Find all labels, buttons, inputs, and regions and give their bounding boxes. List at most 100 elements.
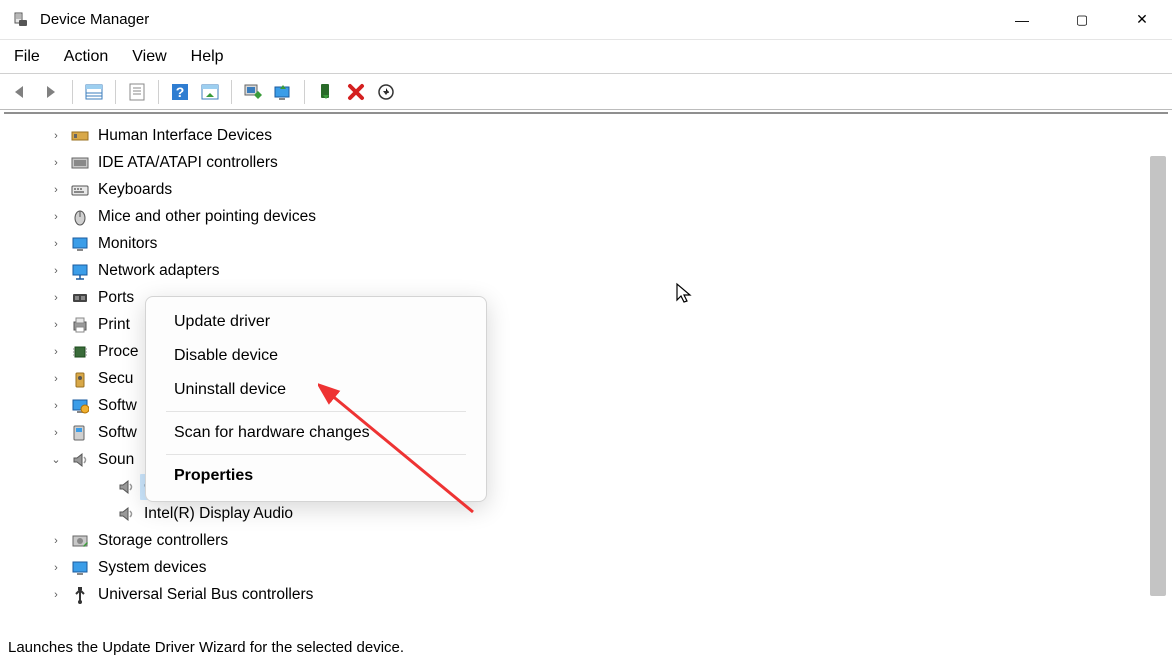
toolbar: ? bbox=[0, 74, 1172, 110]
status-text: Launches the Update Driver Wizard for th… bbox=[8, 639, 404, 656]
tree-label: IDE ATA/ATAPI controllers bbox=[98, 150, 278, 176]
keyboard-icon bbox=[70, 180, 90, 200]
software2-icon bbox=[70, 423, 90, 443]
software-icon bbox=[70, 396, 90, 416]
menu-view[interactable]: View bbox=[132, 48, 166, 66]
tree-category[interactable]: › Monitors bbox=[4, 230, 1168, 257]
tree-label: Proce bbox=[98, 339, 139, 365]
expand-icon[interactable]: › bbox=[48, 344, 64, 360]
menu-help[interactable]: Help bbox=[191, 48, 224, 66]
expand-icon[interactable]: › bbox=[48, 236, 64, 252]
tree-category[interactable]: › Human Interface Devices bbox=[4, 122, 1168, 149]
menu-file[interactable]: File bbox=[14, 48, 40, 66]
ctx-separator bbox=[166, 454, 466, 455]
scrollbar-thumb[interactable] bbox=[1150, 156, 1166, 596]
tree-category[interactable]: › Network adapters bbox=[4, 257, 1168, 284]
sound-icon bbox=[70, 450, 90, 470]
expand-icon[interactable]: › bbox=[48, 560, 64, 576]
menu-action[interactable]: Action bbox=[64, 48, 108, 66]
expand-icon[interactable]: › bbox=[48, 398, 64, 414]
properties-button[interactable] bbox=[124, 79, 150, 105]
expand-icon[interactable]: › bbox=[48, 128, 64, 144]
toolbar-separator bbox=[115, 80, 116, 104]
update-driver-button[interactable] bbox=[270, 79, 296, 105]
tree-category[interactable]: › Keyboards bbox=[4, 176, 1168, 203]
tree-category[interactable]: › Mice and other pointing devices bbox=[4, 203, 1168, 230]
expand-icon[interactable]: › bbox=[48, 425, 64, 441]
titlebar: Device Manager bbox=[0, 0, 1172, 40]
expand-icon[interactable]: › bbox=[48, 533, 64, 549]
ctx-scan-hardware[interactable]: Scan for hardware changes bbox=[146, 416, 486, 450]
expand-icon[interactable]: › bbox=[48, 263, 64, 279]
monitor-icon bbox=[70, 234, 90, 254]
tree-label: Mice and other pointing devices bbox=[98, 204, 316, 230]
tree-label: System devices bbox=[98, 555, 207, 581]
back-button[interactable] bbox=[8, 79, 34, 105]
tree-label: Secu bbox=[98, 366, 133, 392]
scan-hardware-button[interactable] bbox=[240, 79, 266, 105]
tree-label: Print bbox=[98, 312, 130, 338]
sound-dev-icon bbox=[116, 477, 136, 497]
vertical-scrollbar[interactable] bbox=[1150, 118, 1166, 629]
toolbar-separator bbox=[158, 80, 159, 104]
menubar: File Action View Help bbox=[0, 40, 1172, 74]
toolbar-separator bbox=[72, 80, 73, 104]
action-button[interactable] bbox=[197, 79, 223, 105]
close-button[interactable] bbox=[1112, 0, 1172, 39]
usb-icon bbox=[70, 585, 90, 605]
expand-icon[interactable]: › bbox=[48, 155, 64, 171]
tree-label: Network adapters bbox=[98, 258, 219, 284]
security-icon bbox=[70, 369, 90, 389]
toolbar-separator bbox=[231, 80, 232, 104]
tree-label: Storage controllers bbox=[98, 528, 228, 554]
network-icon bbox=[70, 261, 90, 281]
help-button[interactable]: ? bbox=[167, 79, 193, 105]
maximize-button[interactable] bbox=[1052, 0, 1112, 39]
tree-category[interactable]: ›Universal Serial Bus controllers bbox=[4, 581, 1168, 608]
forward-button[interactable] bbox=[38, 79, 64, 105]
window-title: Device Manager bbox=[40, 11, 149, 28]
tree-label: Keyboards bbox=[98, 177, 172, 203]
ctx-update-driver[interactable]: Update driver bbox=[146, 305, 486, 339]
expand-icon[interactable]: › bbox=[48, 182, 64, 198]
uninstall-device-button[interactable] bbox=[343, 79, 369, 105]
expand-icon[interactable]: › bbox=[48, 209, 64, 225]
disable-device-button[interactable] bbox=[373, 79, 399, 105]
context-menu: Update driver Disable device Uninstall d… bbox=[145, 296, 487, 502]
enable-device-button[interactable] bbox=[313, 79, 339, 105]
ctx-disable-device[interactable]: Disable device bbox=[146, 339, 486, 373]
ctx-properties[interactable]: Properties bbox=[146, 459, 486, 493]
sound-dev-icon bbox=[116, 504, 136, 524]
tree-label: Softw bbox=[98, 393, 137, 419]
collapse-icon[interactable]: ⌄ bbox=[48, 452, 64, 468]
tree-label: Monitors bbox=[98, 231, 157, 257]
expand-icon[interactable]: › bbox=[48, 371, 64, 387]
tree-label: Ports bbox=[98, 285, 134, 311]
expand-icon[interactable]: › bbox=[48, 290, 64, 306]
storage-icon bbox=[70, 531, 90, 551]
processor-icon bbox=[70, 342, 90, 362]
printer-icon bbox=[70, 315, 90, 335]
expander-spacer bbox=[94, 506, 110, 522]
ctx-separator bbox=[166, 411, 466, 412]
app-icon bbox=[12, 11, 30, 29]
tree-label: Human Interface Devices bbox=[98, 123, 272, 149]
ide-icon bbox=[70, 153, 90, 173]
tree-label: Softw bbox=[98, 420, 137, 446]
port-icon bbox=[70, 288, 90, 308]
toolbar-separator bbox=[304, 80, 305, 104]
tree-device[interactable]: Intel(R) Display Audio bbox=[4, 500, 1168, 527]
tree-category[interactable]: › System devices bbox=[4, 554, 1168, 581]
show-hide-tree-button[interactable] bbox=[81, 79, 107, 105]
expander-spacer bbox=[94, 479, 110, 495]
ctx-uninstall-device[interactable]: Uninstall device bbox=[146, 373, 486, 407]
expand-icon[interactable]: › bbox=[48, 587, 64, 603]
svg-text:?: ? bbox=[176, 84, 185, 100]
tree-label: Intel(R) Display Audio bbox=[144, 501, 293, 527]
expand-icon[interactable]: › bbox=[48, 317, 64, 333]
tree-category[interactable]: › Storage controllers bbox=[4, 527, 1168, 554]
minimize-button[interactable] bbox=[992, 0, 1052, 39]
tree-category[interactable]: › IDE ATA/ATAPI controllers bbox=[4, 149, 1168, 176]
statusbar: Launches the Update Driver Wizard for th… bbox=[0, 635, 1172, 659]
hid-icon bbox=[70, 126, 90, 146]
